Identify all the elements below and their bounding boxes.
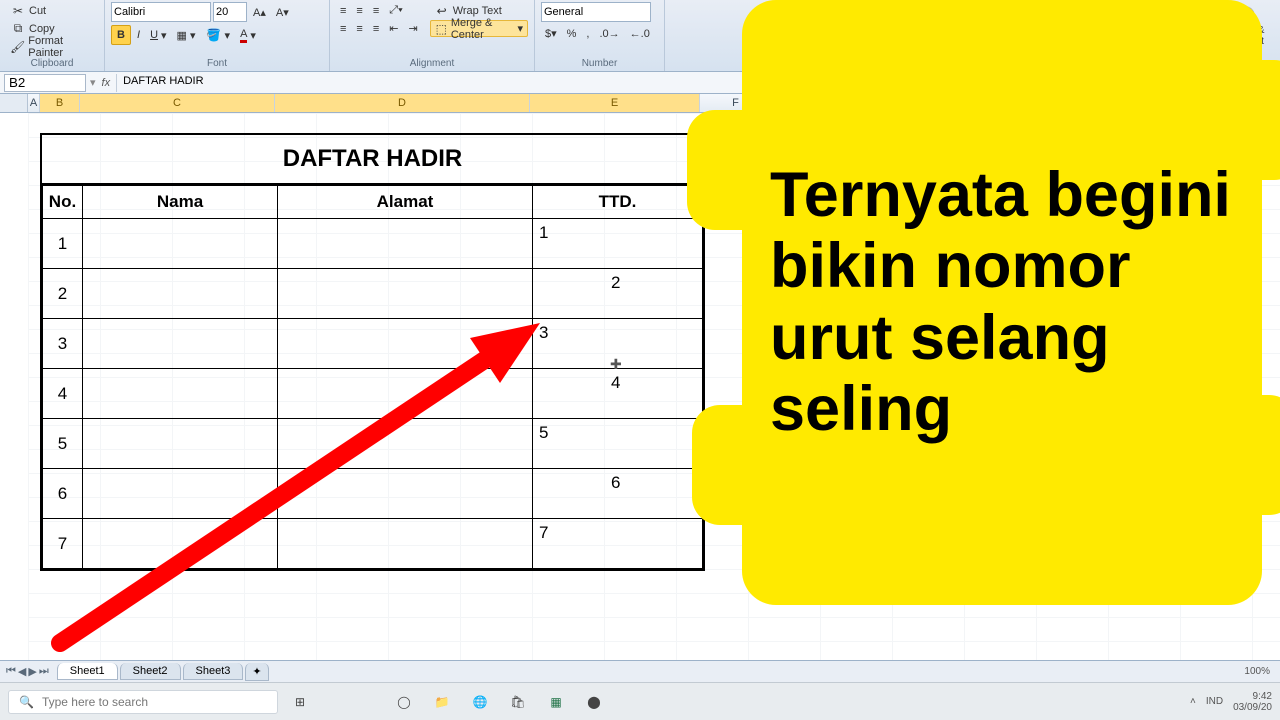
name-box[interactable] xyxy=(4,74,86,92)
header-no: No. xyxy=(43,186,83,219)
align-right-button[interactable]: ≡ xyxy=(369,20,383,37)
sheet-tab-3[interactable]: Sheet3 xyxy=(183,663,244,680)
col-b[interactable]: B xyxy=(40,94,80,112)
currency-button[interactable]: $▾ xyxy=(541,25,561,42)
clock-date[interactable]: 03/09/20 xyxy=(1233,702,1272,713)
header-alamat: Alamat xyxy=(278,186,533,219)
comma-button[interactable]: , xyxy=(582,25,593,42)
font-size-select[interactable] xyxy=(213,2,247,22)
table-title: DAFTAR HADIR xyxy=(42,135,703,185)
tab-nav-prev-icon[interactable]: ◀ xyxy=(18,665,26,678)
col-a[interactable]: A xyxy=(28,94,40,112)
cortana-icon[interactable]: ◯ xyxy=(388,686,420,718)
header-ttd: TTD. xyxy=(533,186,703,219)
table-row[interactable]: 77 xyxy=(43,519,703,569)
tab-nav-last-icon[interactable]: ⏭ xyxy=(39,665,49,678)
border-button[interactable]: ▦ ▾ xyxy=(173,27,200,44)
tab-nav-first-icon[interactable]: ⏮ xyxy=(6,665,16,678)
fill-color-button[interactable]: 🪣▾ xyxy=(202,27,235,44)
decrease-font-button[interactable]: A▾ xyxy=(272,4,293,21)
align-center-button[interactable]: ≡ xyxy=(352,20,366,37)
table-row[interactable]: 22 xyxy=(43,269,703,319)
store-icon[interactable]: 🛍 xyxy=(502,686,534,718)
increase-decimal-button[interactable]: .0→ xyxy=(595,25,623,42)
number-format-select[interactable] xyxy=(541,2,651,22)
sheet-tabs-bar: ⏮ ◀ ▶ ⏭ Sheet1 Sheet2 Sheet3 ✦ 100% xyxy=(0,660,1280,682)
indent-dec-button[interactable]: ⇤ xyxy=(385,20,402,37)
brush-icon: 🖌 xyxy=(10,39,25,55)
table-row[interactable]: 44 xyxy=(43,369,703,419)
group-label-number: Number xyxy=(541,56,658,71)
format-painter-button[interactable]: 🖌Format Painter xyxy=(6,38,98,55)
attendance-table: DAFTAR HADIR No. Nama Alamat TTD. 112233… xyxy=(40,133,705,571)
align-left-button[interactable]: ≡ xyxy=(336,20,350,37)
italic-button[interactable]: I xyxy=(133,27,144,44)
clock-time[interactable]: 9:42 xyxy=(1233,691,1272,702)
table-header-row: No. Nama Alamat TTD. xyxy=(43,186,703,219)
wrap-icon: ↩ xyxy=(434,3,450,19)
orientation-button[interactable]: ⤢▾ xyxy=(385,2,406,19)
table-row[interactable]: 55 xyxy=(43,419,703,469)
tray-chevron-icon[interactable]: ˄ xyxy=(1190,696,1196,707)
zoom-level[interactable]: 100% xyxy=(1234,666,1280,677)
col-e[interactable]: E xyxy=(530,94,700,112)
excel-icon[interactable]: ▦ xyxy=(540,686,572,718)
percent-button[interactable]: % xyxy=(563,25,581,42)
explorer-icon[interactable]: 📁 xyxy=(426,686,458,718)
sheet-tab-2[interactable]: Sheet2 xyxy=(120,663,181,680)
taskbar-search[interactable]: 🔍 Type here to search xyxy=(8,690,278,714)
copy-icon: ⧉ xyxy=(10,21,26,37)
task-view-icon[interactable]: ⊞ xyxy=(284,686,316,718)
obs-icon[interactable]: ⬤ xyxy=(578,686,610,718)
table-row[interactable]: 66 xyxy=(43,469,703,519)
increase-font-button[interactable]: A▴ xyxy=(249,4,270,21)
group-label-font: Font xyxy=(111,56,323,71)
font-color-button[interactable]: A▾ xyxy=(236,27,260,44)
sheet-tab-1[interactable]: Sheet1 xyxy=(57,663,118,680)
bucket-icon: 🪣 xyxy=(206,27,222,43)
bold-button[interactable]: B xyxy=(111,25,131,45)
align-middle-button[interactable]: ≡ xyxy=(352,2,366,19)
group-label-alignment: Alignment xyxy=(336,56,528,71)
col-d[interactable]: D xyxy=(275,94,530,112)
language-indicator[interactable]: IND xyxy=(1206,696,1223,707)
col-c[interactable]: C xyxy=(80,94,275,112)
decrease-decimal-button[interactable]: ←.0 xyxy=(626,25,654,42)
font-name-select[interactable] xyxy=(111,2,211,22)
table-row[interactable]: 11 xyxy=(43,219,703,269)
callout-text: Ternyata begini bikin nomor urut selang … xyxy=(770,160,1234,445)
merge-icon: ⬚ xyxy=(435,21,448,37)
search-icon: 🔍 xyxy=(19,695,34,709)
align-top-button[interactable]: ≡ xyxy=(336,2,350,19)
scissors-icon: ✂ xyxy=(10,3,26,19)
indent-inc-button[interactable]: ⇥ xyxy=(404,20,421,37)
edge-icon[interactable]: 🌐 xyxy=(464,686,496,718)
group-label-clipboard: Clipboard xyxy=(6,56,98,71)
underline-button[interactable]: U ▾ xyxy=(146,27,170,44)
new-sheet-button[interactable]: ✦ xyxy=(245,663,268,681)
tab-nav-next-icon[interactable]: ▶ xyxy=(28,665,36,678)
select-all-corner[interactable] xyxy=(0,94,28,112)
search-placeholder: Type here to search xyxy=(42,695,148,709)
table-row[interactable]: 33 xyxy=(43,319,703,369)
cut-button[interactable]: ✂Cut xyxy=(6,2,98,19)
header-nama: Nama xyxy=(83,186,278,219)
align-bottom-button[interactable]: ≡ xyxy=(369,2,383,19)
fx-icon[interactable]: fx xyxy=(96,77,117,89)
merge-center-button[interactable]: ⬚Merge & Center ▾ xyxy=(430,20,528,37)
new-sheet-icon: ✦ xyxy=(252,665,261,678)
thumbnail-callout: Ternyata begini bikin nomor urut selang … xyxy=(742,0,1262,605)
windows-taskbar: 🔍 Type here to search ⊞ ◯ 📁 🌐 🛍 ▦ ⬤ ˄ IN… xyxy=(0,682,1280,720)
